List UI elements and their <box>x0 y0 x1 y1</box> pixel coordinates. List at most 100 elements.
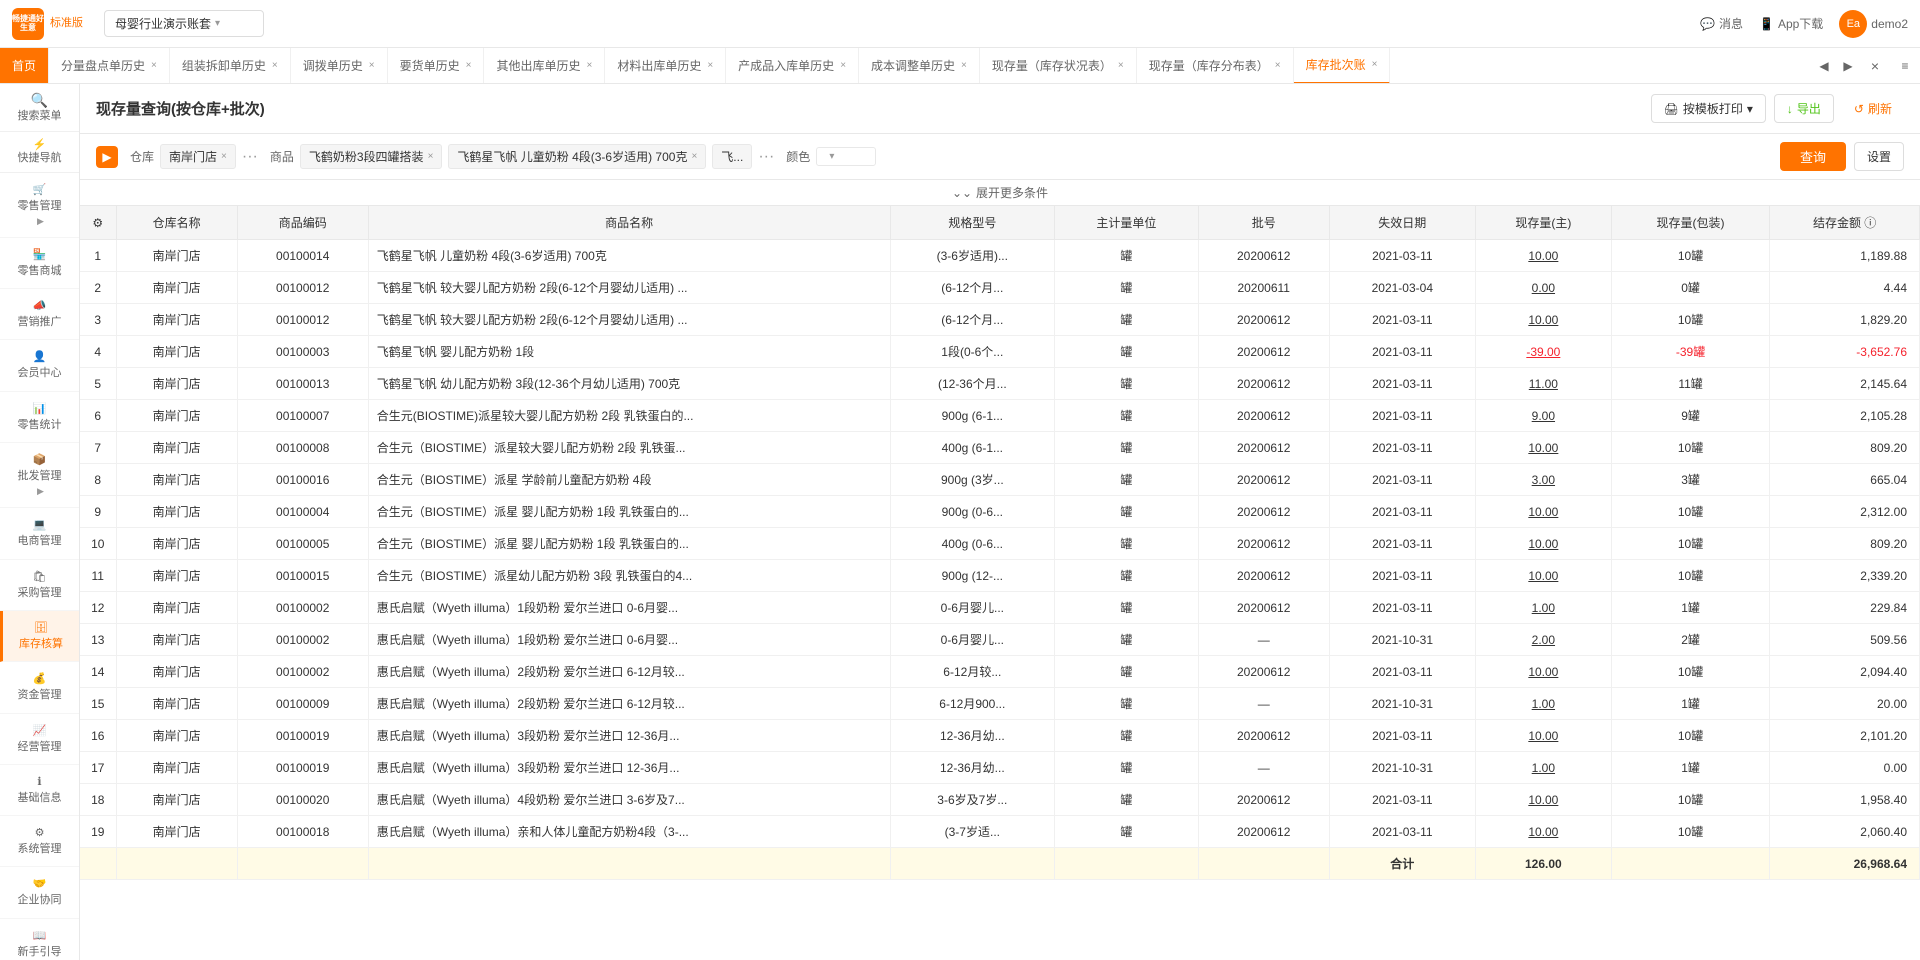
nav-left-btn[interactable]: ◀ <box>1812 48 1836 84</box>
wholesale-icon: 📦 <box>33 453 47 466</box>
company-selector[interactable]: 母婴行业演示账套 ▾ <box>104 10 264 37</box>
sidebar-item-finance[interactable]: 💰 资金管理 <box>0 662 79 713</box>
row-qty[interactable]: 0.00 <box>1475 272 1611 304</box>
app-icon: 📱 <box>1759 17 1774 31</box>
tab-home[interactable]: 首页 <box>0 48 49 84</box>
color-select[interactable]: ▾ <box>816 147 876 166</box>
row-qty[interactable]: -39.00 <box>1475 336 1611 368</box>
tab-xiancun1[interactable]: 现存量（库存状况表） × <box>980 48 1137 84</box>
sidebar-item-collab[interactable]: 🤝 企业协同 <box>0 867 79 918</box>
row-code: 00100012 <box>237 304 368 336</box>
row-index: 10 <box>80 528 116 560</box>
sidebar-item-wholesale[interactable]: 📦 批发管理 ▶ <box>0 443 79 508</box>
warehouse-more-icon[interactable]: ··· <box>242 148 258 166</box>
row-qty[interactable]: 10.00 <box>1475 432 1611 464</box>
row-qty[interactable]: 10.00 <box>1475 784 1611 816</box>
sidebar-item-purchase[interactable]: 🛍 采购管理 <box>0 560 79 611</box>
fenliang-close-icon[interactable]: × <box>151 60 157 71</box>
row-qty[interactable]: 10.00 <box>1475 816 1611 848</box>
tab-zuzhuang[interactable]: 组装拆卸单历史 × <box>170 48 291 84</box>
sidebar-item-ecommerce[interactable]: 💻 电商管理 <box>0 508 79 559</box>
app-download-btn[interactable]: 📱 App下载 <box>1759 15 1823 32</box>
sidebar-item-retail-stats[interactable]: 📊 零售统计 <box>0 392 79 443</box>
sidebar-item-system[interactable]: ⚙ 系统管理 <box>0 816 79 867</box>
sidebar-item-retail-mgmt[interactable]: 🛒 零售管理 ▶ <box>0 173 79 238</box>
row-warehouse: 南岸门店 <box>116 464 237 496</box>
row-batch: 20200612 <box>1198 656 1329 688</box>
sidebar-item-quick[interactable]: ⚡ 快捷导航 <box>0 132 79 172</box>
row-qty[interactable]: 10.00 <box>1475 304 1611 336</box>
setting-btn[interactable]: 设置 <box>1854 142 1904 171</box>
row-spec: 3-6岁及7岁... <box>890 784 1055 816</box>
tab-qita[interactable]: 其他出库单历史 × <box>484 48 605 84</box>
sidebar-item-basics[interactable]: ℹ 基础信息 <box>0 765 79 816</box>
row-qty[interactable]: 10.00 <box>1475 720 1611 752</box>
nav-right-btn[interactable]: ▶ <box>1836 48 1860 84</box>
row-qty[interactable]: 10.00 <box>1475 656 1611 688</box>
row-qty[interactable]: 10.00 <box>1475 240 1611 272</box>
xiancun1-close-icon[interactable]: × <box>1118 60 1124 71</box>
product-tag1-close-icon[interactable]: × <box>428 151 434 162</box>
xiancun2-close-icon[interactable]: × <box>1275 60 1281 71</box>
product-more-icon[interactable]: ··· <box>758 148 774 166</box>
chengben-close-icon[interactable]: × <box>961 60 967 71</box>
row-qty[interactable]: 2.00 <box>1475 624 1611 656</box>
kucun-pici-close-icon[interactable]: × <box>1372 59 1378 70</box>
tab-chengben[interactable]: 成本调整单历史 × <box>859 48 980 84</box>
tab-chancheng[interactable]: 产成品入库单历史 × <box>726 48 859 84</box>
row-warehouse: 南岸门店 <box>116 656 237 688</box>
top-right: 💬 消息 📱 App下载 Ea demo2 <box>1700 10 1908 38</box>
warehouse-tag[interactable]: 南岸门店 × <box>160 144 236 169</box>
product-tag-more[interactable]: 飞... <box>712 144 752 169</box>
warehouse-tag-close-icon[interactable]: × <box>221 151 227 162</box>
nav-menu-btn[interactable]: ≡ <box>1890 48 1920 84</box>
tab-diaobao[interactable]: 调拨单历史 × <box>291 48 388 84</box>
qita-close-icon[interactable]: × <box>586 60 592 71</box>
zuzhuang-close-icon[interactable]: × <box>272 60 278 71</box>
row-qty[interactable]: 3.00 <box>1475 464 1611 496</box>
tab-fenliang[interactable]: 分量盘点单历史 × <box>49 48 170 84</box>
row-qty[interactable]: 1.00 <box>1475 592 1611 624</box>
sidebar-item-operations[interactable]: 📈 经营管理 <box>0 714 79 765</box>
export-btn[interactable]: ↓ 导出 <box>1774 94 1834 123</box>
expand-more-bar[interactable]: ⌄⌄ 展开更多条件 <box>80 180 1920 206</box>
row-qty[interactable]: 1.00 <box>1475 752 1611 784</box>
sidebar-item-retail-shop[interactable]: 🏪 零售商城 <box>0 238 79 289</box>
filter-expand-btn[interactable]: ▶ <box>96 146 118 168</box>
sidebar-item-guide[interactable]: 📖 新手引导 <box>0 919 79 960</box>
row-qty[interactable]: 10.00 <box>1475 560 1611 592</box>
tab-yaohuo[interactable]: 要货单历史 × <box>388 48 485 84</box>
yaohuo-close-icon[interactable]: × <box>466 60 472 71</box>
sidebar-item-marketing[interactable]: 📣 营销推广 <box>0 289 79 340</box>
chancheng-close-icon[interactable]: × <box>840 60 846 71</box>
cailiao-close-icon[interactable]: × <box>707 60 713 71</box>
tab-cailiao[interactable]: 材料出库单历史 × <box>605 48 726 84</box>
message-btn[interactable]: 💬 消息 <box>1700 15 1743 32</box>
row-qty[interactable]: 10.00 <box>1475 496 1611 528</box>
product-tag-2[interactable]: 飞鹤星飞帆 儿童奶粉 4段(3-6岁适用) 700克 × <box>448 144 706 169</box>
query-btn[interactable]: 查询 <box>1780 142 1846 171</box>
product-tag-1[interactable]: 飞鹤奶粉3段四罐搭装 × <box>300 144 443 169</box>
product-tag2-close-icon[interactable]: × <box>691 151 697 162</box>
print-btn[interactable]: 🖨 按模板打印 ▾ <box>1651 94 1766 123</box>
row-index: 9 <box>80 496 116 528</box>
diaobao-close-icon[interactable]: × <box>369 60 375 71</box>
row-qty[interactable]: 11.00 <box>1475 368 1611 400</box>
user-avatar-btn[interactable]: Ea demo2 <box>1839 10 1908 38</box>
tab-kucun-pici[interactable]: 库存批次账 × <box>1294 48 1391 84</box>
tab-xiancun2[interactable]: 现存量（库存分布表） × <box>1137 48 1294 84</box>
summary-amount: 26,968.64 <box>1770 848 1920 880</box>
print-icon: 🖨 <box>1664 102 1679 116</box>
nav-close-all-btn[interactable]: × <box>1860 48 1890 84</box>
row-qty[interactable]: 9.00 <box>1475 400 1611 432</box>
col-qty-pkg: 现存量(包装) <box>1611 206 1769 240</box>
sidebar-item-member[interactable]: 👤 会员中心 <box>0 340 79 391</box>
row-qty[interactable]: 10.00 <box>1475 528 1611 560</box>
sidebar-item-search[interactable]: 🔍 搜索菜单 <box>0 84 79 132</box>
sidebar-item-inventory[interactable]: 🗄 库存核算 <box>0 611 79 662</box>
refresh-btn[interactable]: ↺ 刷新 <box>1842 95 1904 122</box>
retail-stats-icon: 📊 <box>33 402 47 415</box>
row-unit: 罐 <box>1055 240 1199 272</box>
row-unit: 罐 <box>1055 688 1199 720</box>
row-qty[interactable]: 1.00 <box>1475 688 1611 720</box>
